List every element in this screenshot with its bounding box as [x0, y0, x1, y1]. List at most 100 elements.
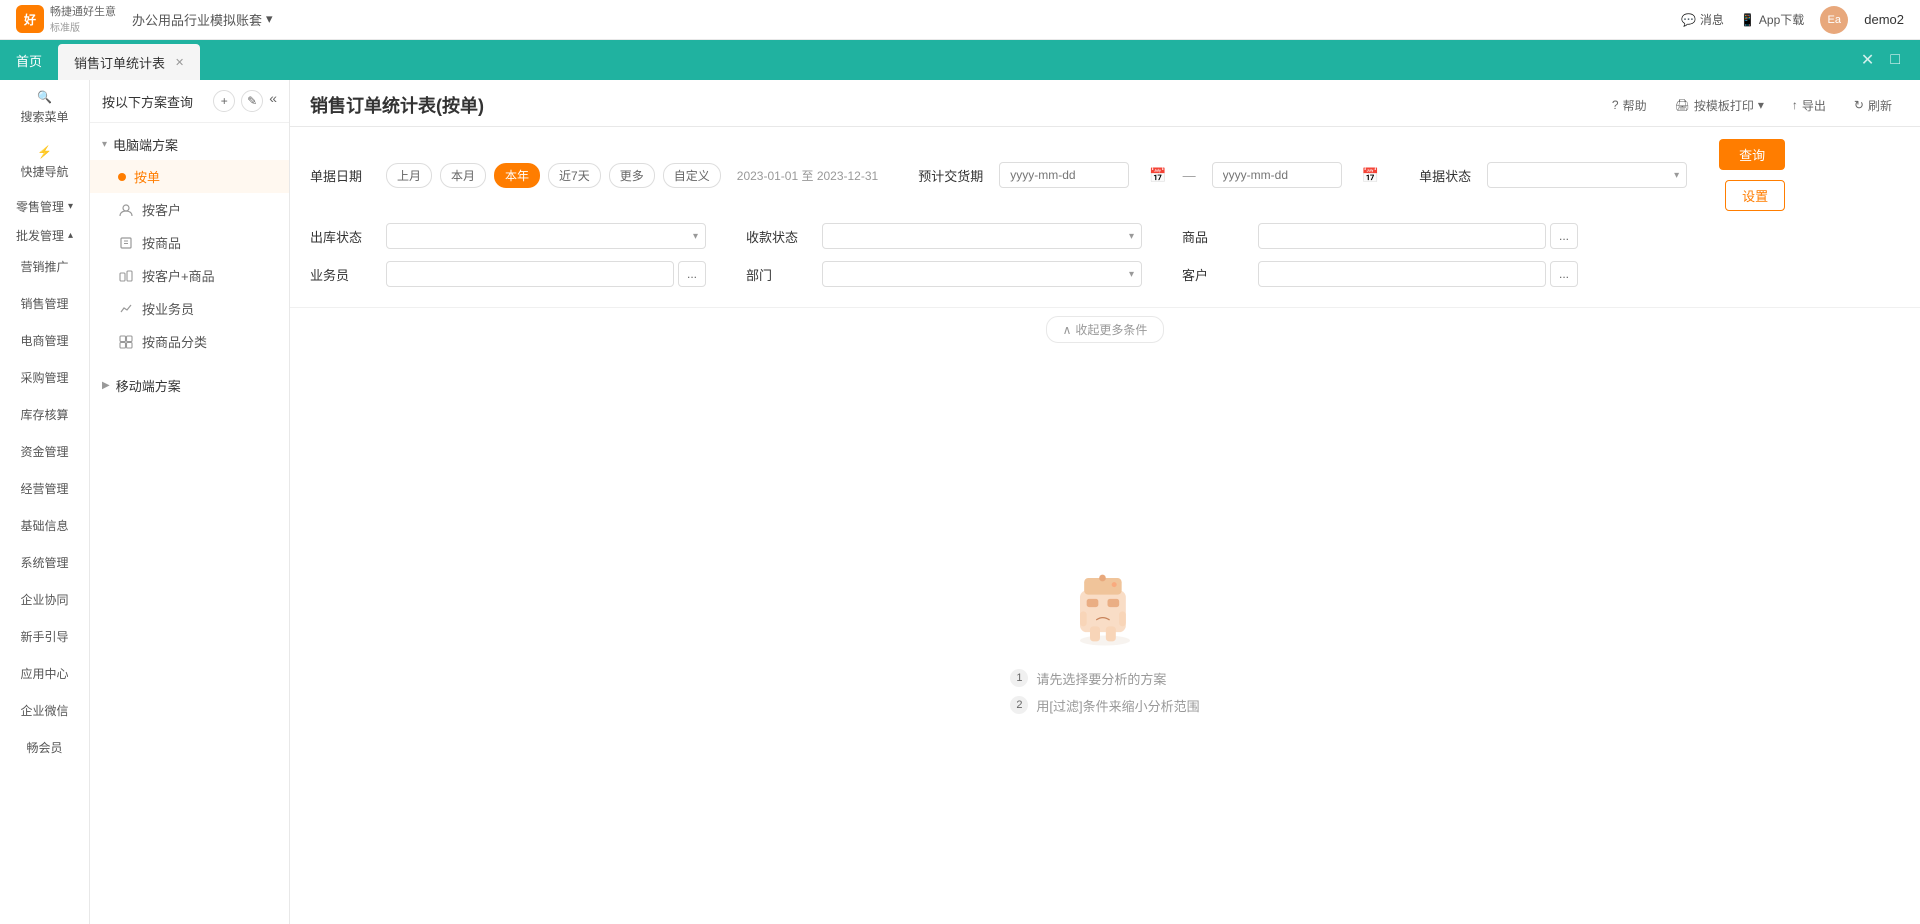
- customer-input[interactable]: [1258, 261, 1546, 287]
- scheme-section-pc: ▾ 电脑端方案 按单 按客户 按商品: [90, 123, 289, 364]
- product-more-button[interactable]: ...: [1550, 223, 1578, 249]
- workspace-selector[interactable]: 办公用品行业模拟账套 ▾: [124, 6, 281, 33]
- sidebar-item-wecom[interactable]: 企业微信: [0, 692, 89, 729]
- filter-row-1: 单据日期 上月 本月 本年 近7天 更多 自定义 2023-01-01 至 20…: [310, 139, 1900, 211]
- sidebar-operations-label: 经营管理: [20, 480, 68, 497]
- sidebar-item-member[interactable]: 畅会员: [0, 729, 89, 766]
- sidebar-item-newbie[interactable]: 新手引导: [0, 618, 89, 655]
- collapse-button[interactable]: ∧ 收起更多条件: [1046, 316, 1165, 343]
- refresh-button[interactable]: ↻ 刷新: [1846, 93, 1900, 118]
- sidebar-item-appcenter[interactable]: 应用中心: [0, 655, 89, 692]
- scheme-item-by-product[interactable]: 按商品: [90, 226, 289, 259]
- sidebar-item-ecommerce[interactable]: 电商管理: [0, 322, 89, 359]
- app-download-button[interactable]: 📱 App下载: [1740, 11, 1804, 28]
- user-name[interactable]: demo2: [1864, 12, 1904, 27]
- tab-home[interactable]: 首页: [0, 40, 58, 80]
- avatar: Ea: [1820, 6, 1848, 34]
- logo-area: 好 畅捷通好生意 标准版: [16, 5, 116, 34]
- content-area: 按以下方案查询 + ✎ « ▾ 电脑端方案 按单: [90, 80, 1920, 924]
- sidebar-item-basic[interactable]: 基础信息: [0, 507, 89, 544]
- empty-state: 1 请先选择要分析的方案 2 用[过滤]条件来缩小分析范围: [290, 351, 1920, 924]
- scheme-add-button[interactable]: +: [213, 90, 235, 112]
- search-icon: 🔍: [37, 90, 52, 104]
- collapse-bar[interactable]: ∧ 收起更多条件: [290, 307, 1920, 351]
- scheme-item-by-salesman[interactable]: 按业务员: [90, 292, 289, 325]
- tab-close-icon[interactable]: ✕: [175, 56, 184, 69]
- date-last-month-button[interactable]: 上月: [386, 163, 432, 188]
- scheme-item-by-customer[interactable]: 按客户: [90, 193, 289, 226]
- window-maximize-button[interactable]: □: [1886, 47, 1904, 73]
- customer-more-button[interactable]: ...: [1550, 261, 1578, 287]
- filter-row-2: 出库状态 ▾ 收款状态 ▾: [310, 223, 1900, 249]
- sidebar-member-label: 畅会员: [26, 739, 62, 756]
- product-input[interactable]: [1258, 223, 1546, 249]
- sidebar-item-inventory[interactable]: 库存核算: [0, 396, 89, 433]
- query-button[interactable]: 查询: [1719, 139, 1785, 170]
- department-label: 部门: [746, 265, 806, 284]
- sidebar-quicknav-label: 快捷导航: [20, 163, 68, 180]
- expected-delivery-start-input[interactable]: [999, 162, 1129, 188]
- salesman-input[interactable]: [386, 261, 674, 287]
- date-this-year-button[interactable]: 本年: [494, 163, 540, 188]
- by-customer-icon: [118, 202, 134, 218]
- calendar-end-icon[interactable]: 📅: [1362, 167, 1379, 184]
- date-last-7days-button[interactable]: 近7天: [548, 163, 601, 188]
- scheme-section-pc-title[interactable]: ▾ 电脑端方案: [90, 129, 289, 160]
- sidebar-search[interactable]: 🔍 搜索菜单: [0, 80, 89, 135]
- out-status-select[interactable]: [386, 223, 706, 249]
- scheme-panel-title: 按以下方案查询: [102, 92, 193, 111]
- date-more-button[interactable]: 更多: [609, 163, 655, 188]
- scheme-item-by-salesman-label: 按业务员: [142, 299, 194, 318]
- scheme-edit-button[interactable]: ✎: [241, 90, 263, 112]
- date-this-month-button[interactable]: 本月: [440, 163, 486, 188]
- scheme-collapse-button[interactable]: «: [269, 90, 277, 112]
- empty-hint-2: 2 用[过滤]条件来缩小分析范围: [1010, 696, 1199, 715]
- hint-2-num: 2: [1010, 696, 1028, 714]
- export-button[interactable]: ↑ 导出: [1784, 93, 1834, 118]
- date-custom-button[interactable]: 自定义: [663, 163, 721, 188]
- logo-subtitle: 标准版: [50, 19, 116, 34]
- sidebar-quicknav[interactable]: ⚡ 快捷导航: [0, 135, 89, 190]
- pc-section-arrow-icon: ▾: [102, 139, 107, 150]
- report-title: 销售订单统计表(按单): [310, 92, 484, 118]
- help-button[interactable]: ? 帮助: [1604, 93, 1655, 118]
- sidebar-item-wholesale[interactable]: 批发管理 ▴: [0, 219, 89, 248]
- sidebar-item-marketing[interactable]: 营销推广: [0, 248, 89, 285]
- sidebar-retail-label: 零售管理: [16, 198, 64, 215]
- report-header-actions: ? 帮助 🖨 按模板打印 ▾ ↑ 导出 ↻ 刷新: [1604, 93, 1900, 118]
- avatar-initial: Ea: [1828, 14, 1841, 26]
- department-select[interactable]: [822, 261, 1142, 287]
- out-status-label: 出库状态: [310, 227, 370, 246]
- sidebar-item-sales[interactable]: 销售管理: [0, 285, 89, 322]
- payment-status-label: 收款状态: [746, 227, 806, 246]
- sidebar-item-purchase[interactable]: 采购管理: [0, 359, 89, 396]
- scheme-item-by-category-label: 按商品分类: [142, 332, 207, 351]
- print-icon: 🖨: [1675, 98, 1690, 112]
- scheme-section-mobile-title[interactable]: ▶ 移动端方案: [90, 370, 289, 401]
- setting-button[interactable]: 设置: [1725, 180, 1785, 211]
- scheme-item-by-category[interactable]: 按商品分类: [90, 325, 289, 358]
- logo-text-block: 畅捷通好生意 标准版: [50, 5, 116, 34]
- salesman-more-button[interactable]: ...: [678, 261, 706, 287]
- by-product-icon: [118, 235, 134, 251]
- date-label: 单据日期: [310, 166, 370, 185]
- expected-delivery-end-input[interactable]: [1212, 162, 1342, 188]
- payment-status-select[interactable]: [822, 223, 1142, 249]
- tab-sales-order-stats[interactable]: 销售订单统计表 ✕: [58, 44, 200, 80]
- message-button[interactable]: 💬 消息: [1681, 11, 1724, 28]
- product-label: 商品: [1182, 227, 1242, 246]
- template-print-button[interactable]: 🖨 按模板打印 ▾: [1667, 93, 1772, 118]
- calendar-start-icon[interactable]: 📅: [1149, 167, 1166, 184]
- sidebar-item-system[interactable]: 系统管理: [0, 544, 89, 581]
- scheme-item-by-customer-product[interactable]: 按客户+商品: [90, 259, 289, 292]
- sidebar-item-enterprise[interactable]: 企业协同: [0, 581, 89, 618]
- sidebar-item-retail[interactable]: 零售管理 ▾: [0, 190, 89, 219]
- sidebar-item-finance[interactable]: 资金管理: [0, 433, 89, 470]
- help-label: 帮助: [1623, 97, 1647, 114]
- bill-status-select[interactable]: [1487, 162, 1687, 188]
- window-close-button[interactable]: ✕: [1857, 46, 1878, 74]
- sidebar-item-operations[interactable]: 经营管理: [0, 470, 89, 507]
- scheme-item-by-order[interactable]: 按单: [90, 160, 289, 193]
- app-icon: 📱: [1740, 13, 1755, 27]
- sidebar-newbie-label: 新手引导: [20, 628, 68, 645]
